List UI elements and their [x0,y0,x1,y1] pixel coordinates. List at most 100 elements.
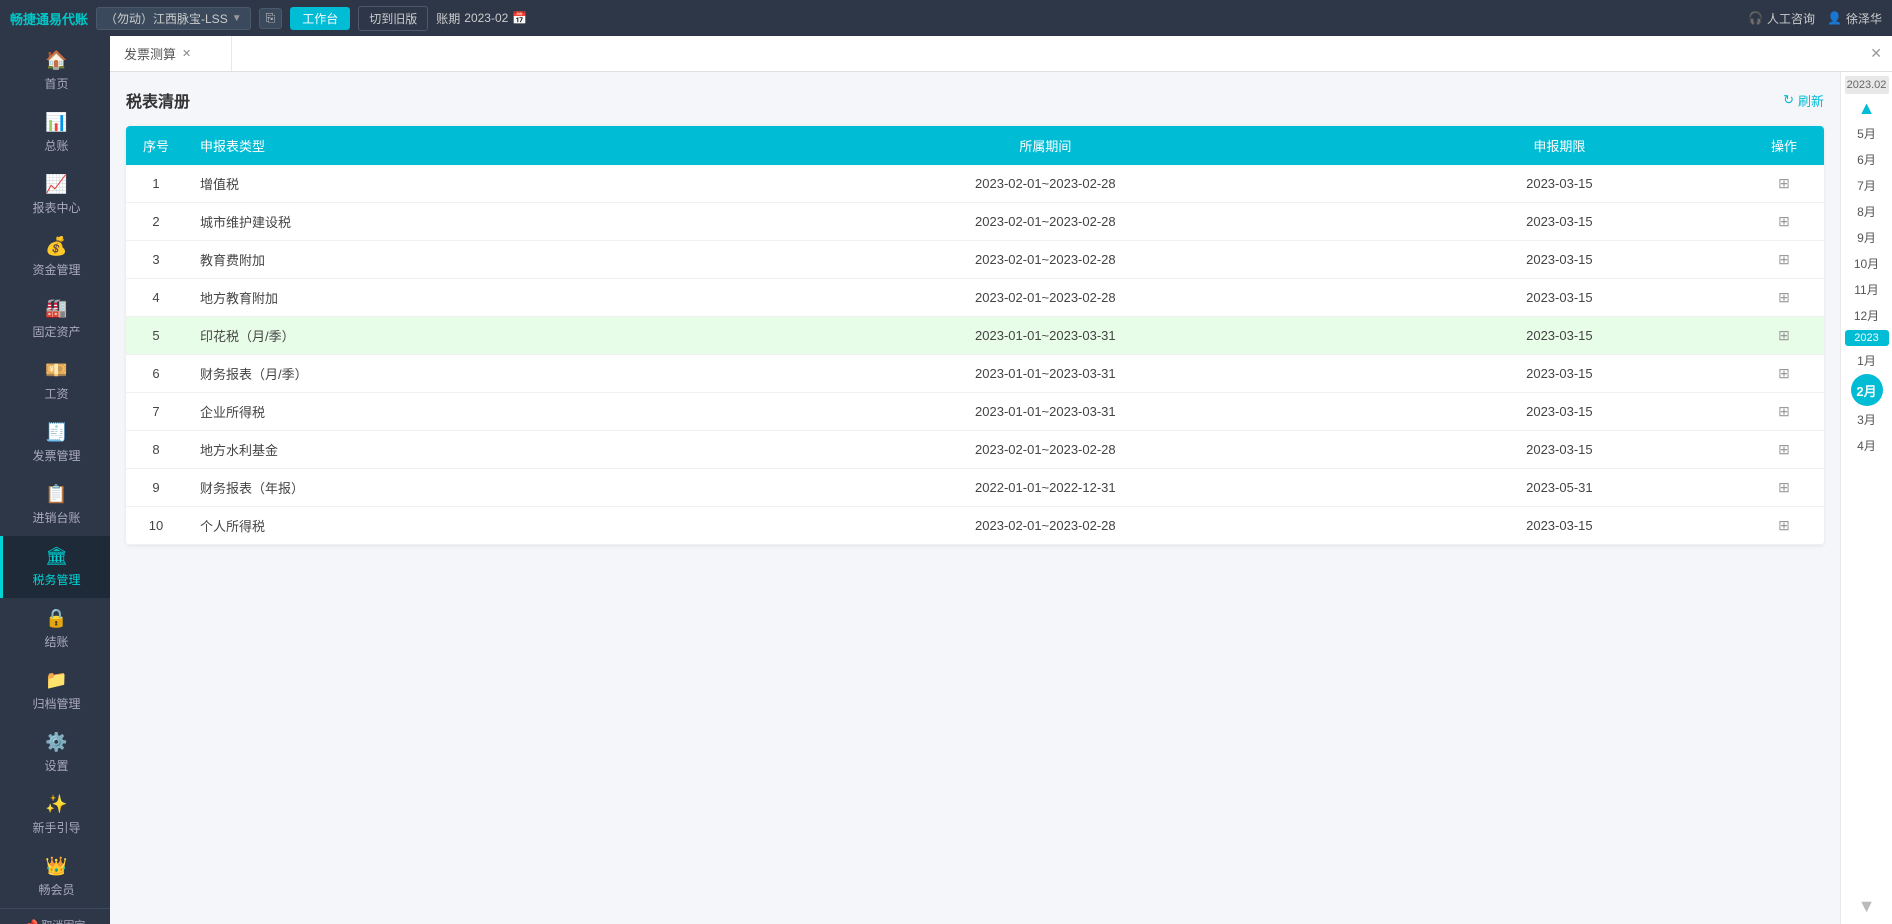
cell-deadline: 2023-03-15 [1375,165,1744,203]
cell-no: 5 [126,317,186,355]
action-icon[interactable]: ⊞ [1778,213,1790,229]
cell-action: ⊞ [1744,507,1824,545]
tab-close-invoice_calc[interactable]: ✕ [182,47,191,60]
cell-action: ⊞ [1744,241,1824,279]
cell-no: 10 [126,507,186,545]
tab-bar: 首页工资表✕工资统计报表✕发票✕发票测算✕发票开具✕进销稽核✕进销台账✕税表清册… [110,36,1892,72]
sidebar-item-salary[interactable]: 💴工资 [0,350,110,412]
sidebar-item-stock[interactable]: 📋进销台账 [0,474,110,536]
report-icon: 📈 [45,174,67,195]
cell-action: ⊞ [1744,317,1824,355]
calendar-month-12月[interactable]: 12月 [1845,303,1889,328]
sidebar-item-close[interactable]: 🔒结账 [0,598,110,660]
sidebar-item-report[interactable]: 📈报表中心 [0,164,110,226]
salary-icon: 💴 [45,360,67,381]
calendar-month-2月[interactable]: 2月 [1851,374,1883,406]
headset-icon: 🎧 [1748,11,1763,25]
cell-no: 1 [126,165,186,203]
action-icon[interactable]: ⊞ [1778,327,1790,343]
sidebar-item-archive[interactable]: 📁归档管理 [0,660,110,722]
table-row: 5 印花税（月/季） 2023-01-01~2023-03-31 2023-03… [126,317,1824,355]
page-content: 税表清册 ↻ 刷新 序号 申报表类型 所属期间 申报期限 操作 [110,72,1892,924]
settings-icon: ⚙️ [45,732,67,753]
cell-deadline: 2023-03-15 [1375,431,1744,469]
calendar-month-4月[interactable]: 4月 [1845,433,1889,458]
cell-action: ⊞ [1744,165,1824,203]
action-icon[interactable]: ⊞ [1778,479,1790,495]
member-icon: 👑 [45,856,67,877]
calendar-icon[interactable]: 📅 [512,11,527,25]
close-all-tabs-button[interactable]: ✕ [1860,45,1892,62]
cell-no: 6 [126,355,186,393]
action-icon[interactable]: ⊞ [1778,251,1790,267]
cell-period: 2023-02-01~2023-02-28 [716,431,1375,469]
cell-deadline: 2023-03-15 [1375,317,1744,355]
sidebar-item-invoice[interactable]: 🧾发票管理 [0,412,110,474]
action-icon[interactable]: ⊞ [1778,517,1790,533]
calendar-month-3月[interactable]: 3月 [1845,407,1889,432]
calendar-month-1月[interactable]: 1月 [1845,348,1889,373]
sidebar-item-ledger[interactable]: 📊总账 [0,102,110,164]
tab-label-invoice_calc: 发票测算 [124,44,176,63]
company-name: （勿动）江西脉宝-LSS [105,10,228,27]
table-row: 3 教育费附加 2023-02-01~2023-02-28 2023-03-15… [126,241,1824,279]
calendar-prev-button[interactable]: ▲ [1855,96,1879,120]
refresh-button[interactable]: ↻ 刷新 [1783,91,1824,110]
top-bar: 畅捷通易代账 （勿动）江西脉宝-LSS ▼ ⎘ 工作台 切到旧版 账期 2023… [0,0,1892,36]
tab-invoice_calc[interactable]: 发票测算 ✕ [110,36,232,72]
cell-deadline: 2023-03-15 [1375,355,1744,393]
table-row: 2 城市维护建设税 2023-02-01~2023-02-28 2023-03-… [126,203,1824,241]
action-icon[interactable]: ⊞ [1778,175,1790,191]
chevron-down-icon: ▼ [232,13,242,24]
main-panel: 税表清册 ↻ 刷新 序号 申报表类型 所属期间 申报期限 操作 [110,72,1840,924]
sidebar-item-tax[interactable]: 🏛税务管理 [0,536,110,598]
cell-no: 9 [126,469,186,507]
cell-deadline: 2023-03-15 [1375,507,1744,545]
calendar-month-10月[interactable]: 10月 [1845,251,1889,276]
sidebar-item-member[interactable]: 👑畅会员 [0,846,110,908]
cell-type: 印花税（月/季） [186,317,716,355]
copy-icon-button[interactable]: ⎘ [259,8,283,29]
cell-type: 教育费附加 [186,241,716,279]
action-icon[interactable]: ⊞ [1778,289,1790,305]
cell-deadline: 2023-05-31 [1375,469,1744,507]
table-row: 1 增值税 2023-02-01~2023-02-28 2023-03-15 ⊞ [126,165,1824,203]
action-icon[interactable]: ⊞ [1778,403,1790,419]
sidebar-item-settings[interactable]: ⚙️设置 [0,722,110,784]
top-bar-right: 🎧 人工咨询 👤 徐泽华 [1748,10,1882,27]
cell-deadline: 2023-03-15 [1375,203,1744,241]
fund-icon: 💰 [45,236,67,257]
sidebar-item-home[interactable]: 🏠首页 [0,40,110,102]
calendar-month-9月[interactable]: 9月 [1845,225,1889,250]
ai-consult-button[interactable]: 🎧 人工咨询 [1748,10,1815,27]
app-logo: 畅捷通易代账 [10,9,88,28]
company-selector[interactable]: （勿动）江西脉宝-LSS ▼ [96,7,251,30]
sidebar-item-asset[interactable]: 🏭固定资产 [0,288,110,350]
cancel-fixed-button[interactable]: 📌 取消固定 [0,908,110,924]
cell-action: ⊞ [1744,279,1824,317]
calendar-month-5月[interactable]: 5月 [1845,121,1889,146]
sidebar-item-guide[interactable]: ✨新手引导 [0,784,110,846]
cell-period: 2023-01-01~2023-03-31 [716,355,1375,393]
calendar-month-8月[interactable]: 8月 [1845,199,1889,224]
calendar-month-11月[interactable]: 11月 [1845,277,1889,302]
action-icon[interactable]: ⊞ [1778,441,1790,457]
cell-period: 2023-02-01~2023-02-28 [716,165,1375,203]
cell-action: ⊞ [1744,469,1824,507]
tax-icon: 🏛 [45,546,68,567]
table-row: 10 个人所得税 2023-02-01~2023-02-28 2023-03-1… [126,507,1824,545]
calendar-month-7月[interactable]: 7月 [1845,173,1889,198]
calendar-panel: 2023.02 ▲ 5月6月7月8月9月10月11月12月 2023 1月2月3… [1840,72,1892,924]
page-title: 税表清册 [126,88,190,112]
calendar-next-button[interactable]: ▼ [1855,893,1879,920]
calendar-month-6月[interactable]: 6月 [1845,147,1889,172]
avatar-icon: 👤 [1827,11,1842,25]
cell-period: 2023-02-01~2023-02-28 [716,507,1375,545]
workbench-button[interactable]: 工作台 [290,7,350,30]
action-icon[interactable]: ⊞ [1778,365,1790,381]
cell-period: 2023-02-01~2023-02-28 [716,279,1375,317]
user-menu[interactable]: 👤 徐泽华 [1827,10,1882,27]
cell-deadline: 2023-03-15 [1375,241,1744,279]
sidebar-item-fund[interactable]: 💰资金管理 [0,226,110,288]
switch-old-button[interactable]: 切到旧版 [358,6,428,31]
